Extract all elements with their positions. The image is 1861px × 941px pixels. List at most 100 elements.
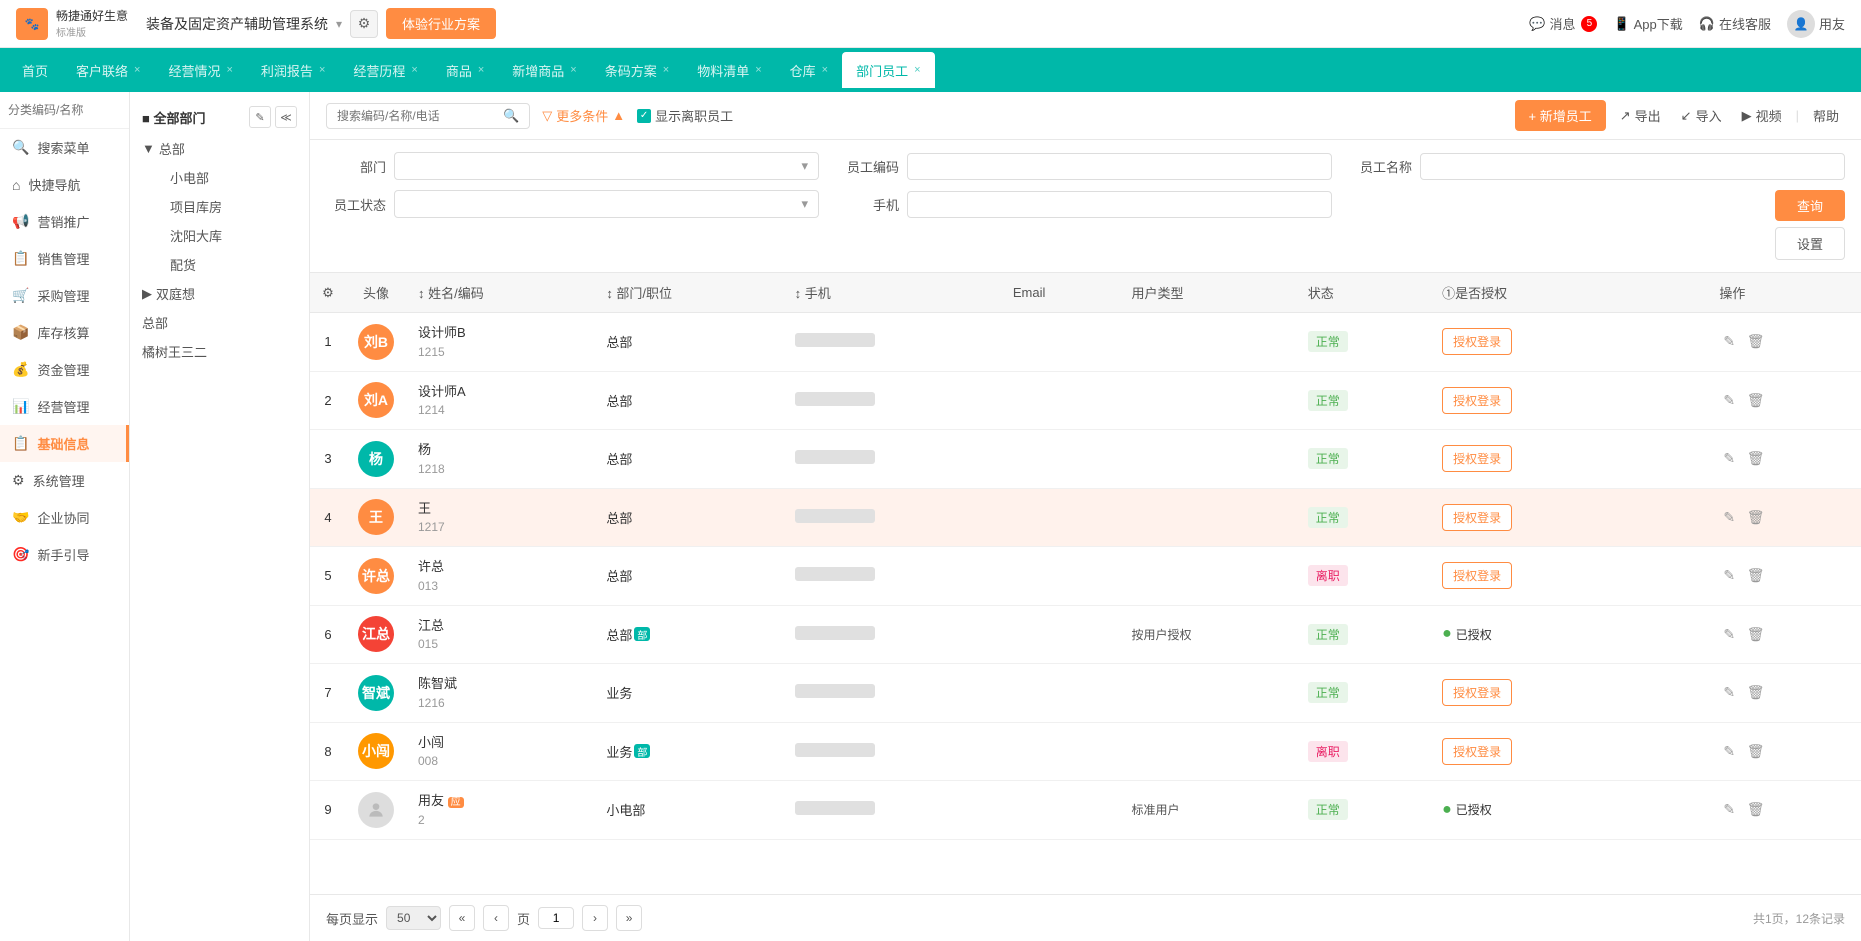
close-icon[interactable]: × bbox=[755, 64, 761, 76]
auth-login-button[interactable]: 授权登录 bbox=[1442, 328, 1512, 355]
delete-button[interactable]: 🗑 bbox=[1743, 331, 1769, 352]
delete-button[interactable]: 🗑 bbox=[1743, 448, 1769, 469]
settings-button[interactable]: ⚙ bbox=[350, 10, 378, 38]
close-icon[interactable]: × bbox=[134, 64, 140, 76]
online-service-button[interactable]: 🎧 在线客服 bbox=[1699, 14, 1771, 33]
close-icon[interactable]: × bbox=[226, 64, 232, 76]
close-icon[interactable]: × bbox=[319, 64, 325, 76]
delete-button[interactable]: 🗑 bbox=[1743, 799, 1769, 820]
close-icon[interactable]: × bbox=[411, 64, 417, 76]
tab-warehouse[interactable]: 仓库 × bbox=[776, 52, 842, 88]
dept-node-shenyang[interactable]: 沈阳大库 bbox=[138, 221, 309, 250]
delete-button[interactable]: 🗑 bbox=[1743, 565, 1769, 586]
dept-node-headquarter[interactable]: ▼ 总部 bbox=[130, 134, 309, 163]
phone-input[interactable] bbox=[907, 191, 1332, 218]
close-icon[interactable]: × bbox=[570, 64, 576, 76]
dept-node-jushuwanger[interactable]: 橘树王三二 bbox=[130, 337, 309, 366]
dept-node-shuangtingxiang[interactable]: ▶ 双庭想 bbox=[130, 279, 309, 308]
tab-bom[interactable]: 物料清单 × bbox=[683, 52, 775, 88]
edit-button[interactable]: ✎ bbox=[1719, 682, 1739, 703]
help-button[interactable]: 帮助 bbox=[1807, 102, 1845, 129]
close-icon[interactable]: × bbox=[663, 64, 669, 76]
tab-home[interactable]: 首页 bbox=[8, 52, 62, 88]
phone-cell bbox=[783, 664, 1001, 723]
dept-edit-button[interactable]: ✎ bbox=[249, 106, 271, 128]
emp-code-input[interactable] bbox=[907, 153, 1332, 180]
tab-new-goods[interactable]: 新增商品 × bbox=[498, 52, 590, 88]
dept-collapse-button[interactable]: ≪ bbox=[275, 106, 297, 128]
auth-login-button[interactable]: 授权登录 bbox=[1442, 738, 1512, 765]
sidebar-item-purchase[interactable]: 🛒 采购管理 bbox=[0, 277, 129, 314]
more-filter-button[interactable]: ▽ 更多条件 ▲ bbox=[542, 106, 625, 125]
reset-button[interactable]: 设置 bbox=[1775, 227, 1845, 260]
next-page-button[interactable]: › bbox=[582, 905, 608, 931]
dropdown-arrow-icon[interactable]: ▾ bbox=[336, 17, 342, 31]
sidebar-item-business[interactable]: 📊 经营管理 bbox=[0, 388, 129, 425]
sidebar-item-collab[interactable]: 🤝 企业协同 bbox=[0, 499, 129, 536]
sidebar-search-input[interactable] bbox=[8, 103, 130, 117]
sidebar-item-basic-info[interactable]: 📋 基础信息 bbox=[0, 425, 129, 462]
delete-button[interactable]: 🗑 bbox=[1743, 741, 1769, 762]
dept-node-distribution[interactable]: 配货 bbox=[138, 250, 309, 279]
close-icon[interactable]: × bbox=[478, 64, 484, 76]
name-code-cell: 小闯008 bbox=[418, 733, 582, 771]
tab-goods[interactable]: 商品 × bbox=[432, 52, 498, 88]
tab-history[interactable]: 经营历程 × bbox=[339, 52, 431, 88]
user-area[interactable]: 👤 用友 bbox=[1787, 10, 1845, 38]
edit-button[interactable]: ✎ bbox=[1719, 507, 1739, 528]
view-button[interactable]: ▶ 视频 bbox=[1736, 102, 1788, 129]
search-button[interactable]: 查询 bbox=[1775, 190, 1845, 221]
dept-node-zongbu[interactable]: 总部 bbox=[130, 308, 309, 337]
edit-button[interactable]: ✎ bbox=[1719, 448, 1739, 469]
tab-employees[interactable]: 部门员工 × bbox=[842, 52, 934, 88]
export-button[interactable]: ↗ 导出 bbox=[1614, 102, 1667, 129]
delete-button[interactable]: 🗑 bbox=[1743, 624, 1769, 645]
tab-profit[interactable]: 利润报告 × bbox=[247, 52, 339, 88]
tab-customer[interactable]: 客户联络 × bbox=[62, 52, 154, 88]
delete-button[interactable]: 🗑 bbox=[1743, 682, 1769, 703]
sidebar-item-inventory[interactable]: 📦 库存核算 bbox=[0, 314, 129, 351]
edit-button[interactable]: ✎ bbox=[1719, 390, 1739, 411]
emp-name-input[interactable] bbox=[1420, 153, 1845, 180]
tab-barcode[interactable]: 条码方案 × bbox=[591, 52, 683, 88]
logo-text: 畅捷通好生意 bbox=[56, 8, 128, 25]
edit-button[interactable]: ✎ bbox=[1719, 624, 1739, 645]
message-button[interactable]: 💬 消息 5 bbox=[1529, 14, 1597, 33]
search-input[interactable] bbox=[337, 109, 497, 123]
sidebar-item-finance[interactable]: 💰 资金管理 bbox=[0, 351, 129, 388]
sidebar-item-marketing[interactable]: 📢 营销推广 bbox=[0, 203, 129, 240]
status-filter-select[interactable]: ▾ bbox=[394, 190, 819, 218]
edit-button[interactable]: ✎ bbox=[1719, 799, 1739, 820]
delete-button[interactable]: 🗑 bbox=[1743, 507, 1769, 528]
sidebar-item-quicknav[interactable]: ⌂ 快捷导航 bbox=[0, 166, 129, 203]
app-download-button[interactable]: 📱 App下载 bbox=[1613, 14, 1682, 33]
dept-node-project-warehouse[interactable]: 项目库房 bbox=[138, 192, 309, 221]
page-number-input[interactable] bbox=[538, 907, 574, 929]
auth-login-button[interactable]: 授权登录 bbox=[1442, 679, 1512, 706]
auth-login-button[interactable]: 授权登录 bbox=[1442, 387, 1512, 414]
dept-node-small-elec[interactable]: 小电部 bbox=[138, 163, 309, 192]
dept-filter-select[interactable]: ▾ bbox=[394, 152, 819, 180]
sidebar-item-sales[interactable]: 📋 销售管理 bbox=[0, 240, 129, 277]
auth-login-button[interactable]: 授权登录 bbox=[1442, 445, 1512, 472]
close-icon[interactable]: × bbox=[822, 64, 828, 76]
prev-page-button[interactable]: ‹ bbox=[483, 905, 509, 931]
trial-button[interactable]: 体验行业方案 bbox=[386, 8, 496, 39]
per-page-select[interactable]: 50 20 100 bbox=[386, 906, 441, 930]
sidebar-item-guide[interactable]: 🎯 新手引导 bbox=[0, 536, 129, 573]
edit-button[interactable]: ✎ bbox=[1719, 565, 1739, 586]
delete-button[interactable]: 🗑 bbox=[1743, 390, 1769, 411]
sidebar-item-search[interactable]: 🔍 搜索菜单 bbox=[0, 129, 129, 166]
show-resigned-toggle[interactable]: ✓ 显示离职员工 bbox=[637, 106, 733, 125]
first-page-button[interactable]: « bbox=[449, 905, 475, 931]
import-button[interactable]: ↙ 导入 bbox=[1675, 102, 1728, 129]
auth-login-button[interactable]: 授权登录 bbox=[1442, 504, 1512, 531]
tab-operations[interactable]: 经营情况 × bbox=[154, 52, 246, 88]
sidebar-item-system[interactable]: ⚙ 系统管理 bbox=[0, 462, 129, 499]
last-page-button[interactable]: » bbox=[616, 905, 642, 931]
auth-login-button[interactable]: 授权登录 bbox=[1442, 562, 1512, 589]
close-icon[interactable]: × bbox=[914, 64, 920, 76]
edit-button[interactable]: ✎ bbox=[1719, 331, 1739, 352]
edit-button[interactable]: ✎ bbox=[1719, 741, 1739, 762]
add-employee-button[interactable]: + 新增员工 bbox=[1515, 100, 1606, 131]
